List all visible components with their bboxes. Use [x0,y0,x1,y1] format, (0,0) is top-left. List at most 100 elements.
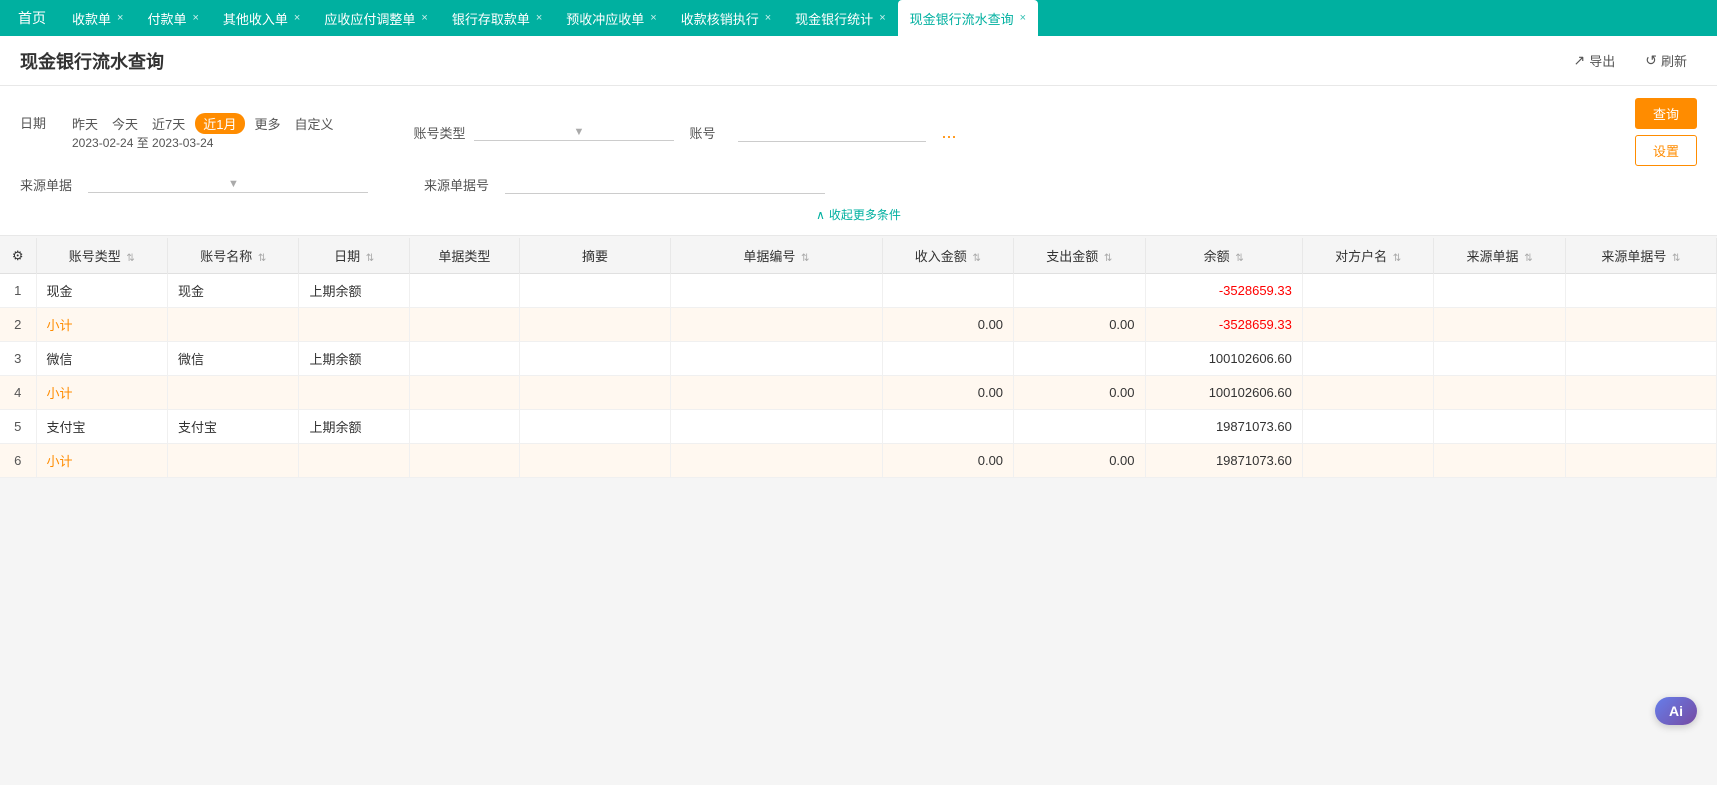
close-icon[interactable]: × [117,12,123,24]
action-buttons: 查询 设置 [1635,98,1697,166]
table-cell [520,410,671,444]
col-income[interactable]: 收入金额 ⇅ [882,238,1013,274]
close-icon[interactable]: × [1020,12,1026,24]
shortcut-1month[interactable]: 近1月 [195,113,244,134]
close-icon[interactable]: × [192,12,198,24]
table-cell [1434,342,1565,376]
table-row[interactable]: 1现金现金上期余额-3528659.33 [0,274,1717,308]
nav-tab-write-off[interactable]: 收款核销执行 × [669,0,783,36]
chevron-down-icon: ▼ [228,178,362,190]
cell-empty [671,444,882,478]
table-cell [882,410,1013,444]
col-source-doc-no[interactable]: 来源单据号 ⇅ [1565,238,1716,274]
col-account-name-label: 账号名称 [200,249,252,264]
page-header: 现金银行流水查询 ↗ 导出 ↺ 刷新 [0,36,1717,86]
shortcut-more[interactable]: 更多 [251,113,285,134]
cell-empty [1434,308,1565,342]
nav-tab-payment[interactable]: 付款单 × [135,0,210,36]
ai-badge[interactable]: Ai [1655,697,1697,725]
account-input[interactable] [744,124,920,139]
cell-income: 0.00 [882,444,1013,478]
table-cell [1565,410,1716,444]
table-cell: 微信 [36,342,167,376]
source-doc-no-input[interactable] [511,176,819,191]
table-cell [1434,410,1565,444]
table-row[interactable]: 6小计0.000.0019871073.60 [0,444,1717,478]
col-counterpart-label: 对方户名 [1335,249,1387,264]
account-type-filter-group: 账号类型 ▼ [414,123,674,142]
cell-empty [520,444,671,478]
table-cell: 现金 [167,274,298,308]
date-range-display: 2023-02-24 至 2023-03-24 [72,134,338,151]
cell-empty [1302,308,1433,342]
table-cell [1014,342,1145,376]
close-icon[interactable]: × [765,12,771,24]
nav-tab-bank-deposit-label: 银行存取款单 [452,9,530,28]
nav-tab-receipt[interactable]: 收款单 × [60,0,135,36]
more-options-button[interactable]: ... [942,122,957,143]
date-shortcuts: 昨天 今天 近7天 近1月 更多 自定义 [68,113,338,134]
close-icon[interactable]: × [650,12,656,24]
table-row[interactable]: 5支付宝支付宝上期余额19871073.60 [0,410,1717,444]
table-cell [882,342,1013,376]
close-icon[interactable]: × [294,12,300,24]
table-body: 1现金现金上期余额-3528659.332小计0.000.00-3528659.… [0,274,1717,478]
export-button[interactable]: ↗ 导出 [1564,47,1626,74]
col-income-label: 收入金额 [915,249,967,264]
account-type-select[interactable]: ▼ [474,124,674,141]
sort-icon: ⇅ [258,253,266,264]
col-balance[interactable]: 余额 ⇅ [1145,238,1302,274]
table-cell [882,274,1013,308]
sort-icon: ⇅ [126,253,134,264]
col-date[interactable]: 日期 ⇅ [299,238,409,274]
cell-subtotal-label: 小计 [36,376,167,410]
nav-tab-cash-stat[interactable]: 现金银行统计 × [783,0,897,36]
close-icon[interactable]: × [421,12,427,24]
nav-tab-cash-flow[interactable]: 现金银行流水查询 × [898,0,1038,36]
table-row[interactable]: 2小计0.000.00-3528659.33 [0,308,1717,342]
page-title: 现金银行流水查询 [20,48,164,74]
col-counterpart[interactable]: 对方户名 ⇅ [1302,238,1433,274]
col-account-name[interactable]: 账号名称 ⇅ [167,238,298,274]
close-icon[interactable]: × [536,12,542,24]
table-cell: 1 [0,274,36,308]
source-doc-select[interactable]: ▼ [88,176,368,193]
cell-expense: 0.00 [1014,376,1145,410]
nav-tab-home-label: 首页 [18,8,46,28]
account-type-label: 账号类型 [414,123,466,142]
col-expense-label: 支出金额 [1046,249,1098,264]
refresh-button[interactable]: ↺ 刷新 [1635,47,1697,74]
col-gear[interactable]: ⚙ [0,238,36,274]
nav-tab-cash-flow-label: 现金银行流水查询 [910,9,1014,28]
nav-tab-other-income[interactable]: 其他收入单 × [211,0,312,36]
nav-tab-write-off-label: 收款核销执行 [681,9,759,28]
table-row[interactable]: 4小计0.000.00100102606.60 [0,376,1717,410]
cell-rownum: 6 [0,444,36,478]
nav-tab-prepayment[interactable]: 预收冲应收单 × [554,0,668,36]
shortcut-yesterday[interactable]: 昨天 [68,113,102,134]
source-doc-no-label: 来源单据号 [424,175,489,194]
col-account-type[interactable]: 账号类型 ⇅ [36,238,167,274]
close-icon[interactable]: × [879,12,885,24]
nav-tab-receipt-label: 收款单 [72,9,111,28]
filter-row-date: 日期 昨天 今天 近7天 近1月 更多 自定义 2023-02-24 至 202… [20,98,1697,166]
table-cell: -3528659.33 [1145,274,1302,308]
nav-tab-home[interactable]: 首页 [4,0,60,36]
shortcut-custom[interactable]: 自定义 [291,113,338,134]
date-shortcuts-group: 昨天 今天 近7天 近1月 更多 自定义 2023-02-24 至 2023-0… [68,113,338,151]
collapse-bar[interactable]: ∧ 收起更多条件 [20,202,1697,225]
col-doc-no[interactable]: 单据编号 ⇅ [671,238,882,274]
shortcut-today[interactable]: 今天 [108,113,142,134]
settings-button[interactable]: 设置 [1635,135,1697,166]
nav-tab-bank-deposit[interactable]: 银行存取款单 × [440,0,554,36]
col-summary[interactable]: 摘要 [520,238,671,274]
table-row[interactable]: 3微信微信上期余额100102606.60 [0,342,1717,376]
shortcut-7days[interactable]: 近7天 [148,113,189,134]
query-button[interactable]: 查询 [1635,98,1697,129]
cell-empty [1565,376,1716,410]
col-doc-type[interactable]: 单据类型 [409,238,519,274]
nav-tab-ar-adjust[interactable]: 应收应付调整单 × [312,0,439,36]
col-source-doc[interactable]: 来源单据 ⇅ [1434,238,1565,274]
nav-tab-cash-stat-label: 现金银行统计 [795,9,873,28]
col-expense[interactable]: 支出金额 ⇅ [1014,238,1145,274]
